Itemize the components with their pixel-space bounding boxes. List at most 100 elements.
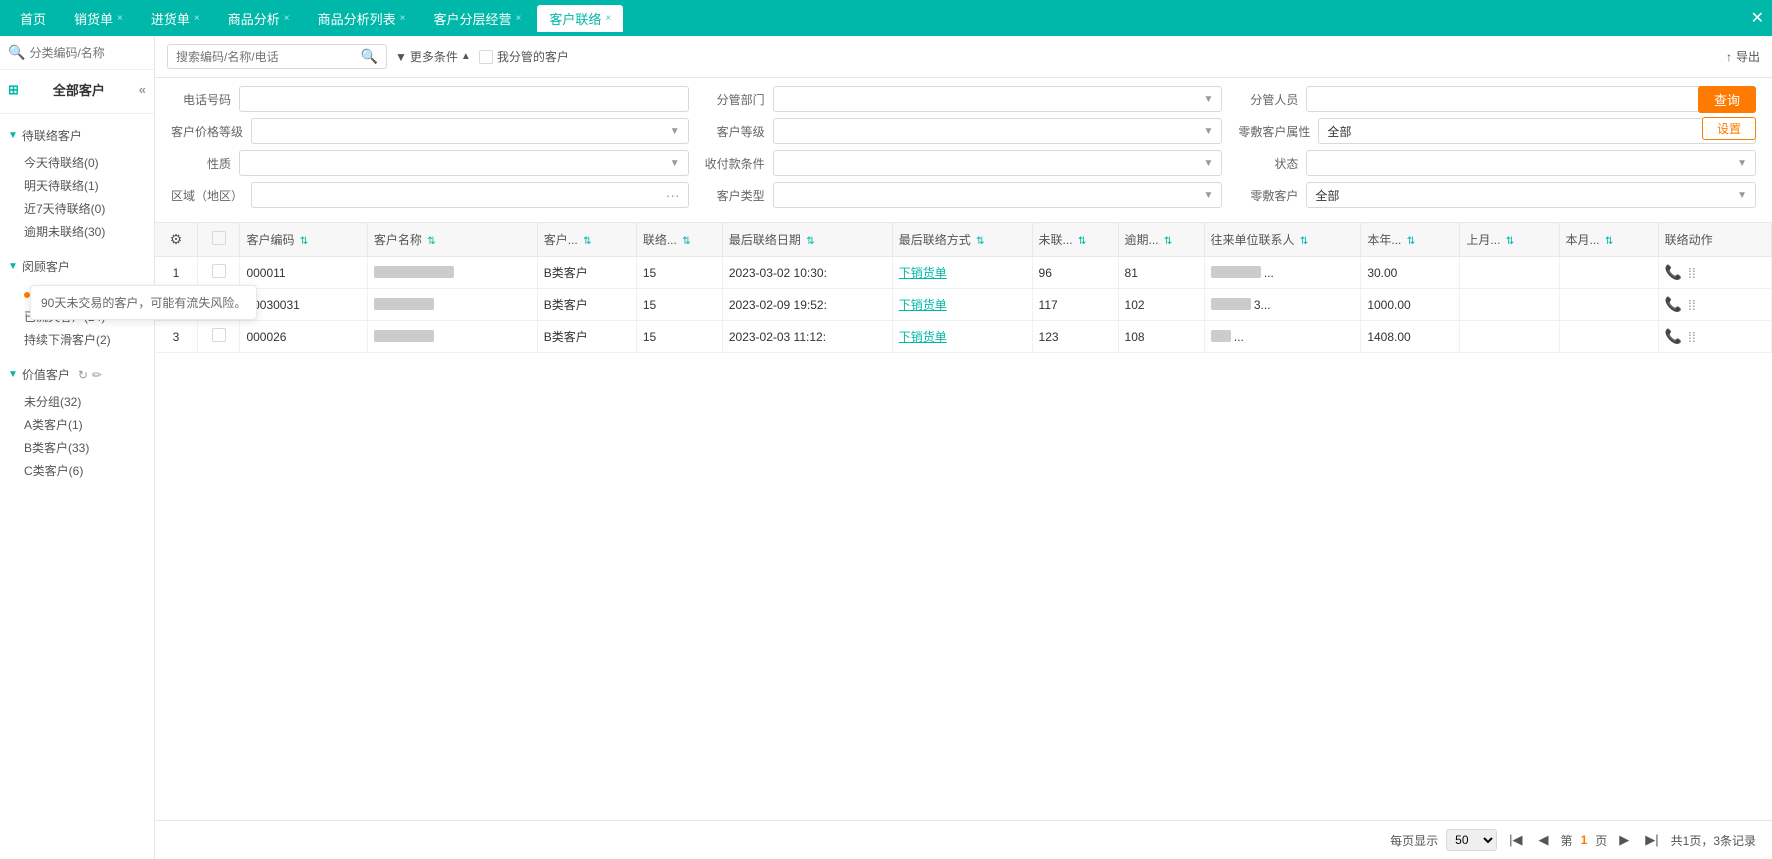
last-page-button[interactable]: ▶|: [1641, 830, 1662, 850]
pending-contact-group-title[interactable]: ▼ 待联络客户: [8, 124, 146, 147]
table-settings-icon[interactable]: ⚙: [170, 231, 183, 247]
per-page-select[interactable]: 50 100 200: [1446, 829, 1497, 851]
checkbox-icon[interactable]: [479, 50, 493, 64]
sort-date-icon[interactable]: ⇅: [806, 236, 814, 247]
more-filter-button[interactable]: ▼ 更多条件 ▲: [395, 48, 471, 65]
row-method-1[interactable]: 下销货单: [892, 257, 1032, 289]
more-action-icon-2[interactable]: ⁞⁞: [1688, 297, 1696, 313]
row-check-1[interactable]: [197, 257, 239, 289]
row-check-3[interactable]: [197, 321, 239, 353]
value-customer-group-title[interactable]: ▼ 价值客户 ↻ ✏: [8, 363, 146, 386]
th-customer-name[interactable]: 客户名称 ⇅: [367, 223, 537, 257]
close-customer-layered-icon[interactable]: ×: [515, 13, 521, 24]
sort-type-icon[interactable]: ⇅: [583, 236, 591, 247]
sort-uncontact-icon[interactable]: ⇅: [1078, 236, 1086, 247]
th-overdue-days[interactable]: 逾期... ⇅: [1118, 223, 1204, 257]
close-sales-order-icon[interactable]: ×: [117, 13, 123, 24]
collapse-icon[interactable]: «: [139, 82, 146, 97]
sort-code-icon[interactable]: ⇅: [300, 236, 308, 247]
export-button[interactable]: ↑ 导出: [1726, 48, 1760, 65]
next-page-button[interactable]: ▶: [1615, 830, 1633, 850]
close-product-analysis-icon[interactable]: ×: [284, 13, 290, 24]
sort-method-icon[interactable]: ⇅: [976, 236, 984, 247]
home-tab[interactable]: 首页: [8, 5, 58, 32]
row-checkbox-1[interactable]: [212, 264, 226, 278]
row-checkbox-3[interactable]: [212, 328, 226, 342]
tab-product-analysis[interactable]: 商品分析 ×: [216, 5, 302, 32]
dept-select[interactable]: ▼: [773, 86, 1223, 112]
region-select[interactable]: ···: [251, 182, 689, 208]
phone-input[interactable]: [239, 86, 689, 112]
th-this-month-amount[interactable]: 本月... ⇅: [1559, 223, 1658, 257]
window-close-button[interactable]: ✕: [1751, 8, 1764, 28]
th-contact-count[interactable]: 联络... ⇅: [636, 223, 722, 257]
close-customer-contact-icon[interactable]: ×: [605, 13, 611, 24]
th-settings[interactable]: ⚙: [155, 223, 197, 257]
churn-customer-group-title[interactable]: ▼ 闵顾客户: [8, 255, 146, 278]
sidebar-item-today-pending[interactable]: 今天待联络(0): [8, 151, 146, 174]
contact-icon-2[interactable]: 📞: [1665, 296, 1682, 313]
my-customer-checkbox[interactable]: 我分管的客户: [479, 48, 569, 65]
refresh-icon[interactable]: ↻: [78, 368, 88, 382]
th-last-month-amount[interactable]: 上月... ⇅: [1460, 223, 1559, 257]
sidebar-item-class-b[interactable]: B类客户(33): [8, 436, 146, 459]
select-all-checkbox[interactable]: [212, 231, 226, 245]
edit-icon[interactable]: ✏: [92, 368, 102, 382]
th-checkbox[interactable]: [197, 223, 239, 257]
sort-year-icon[interactable]: ⇅: [1407, 236, 1415, 247]
settings-button[interactable]: 设置: [1702, 117, 1756, 140]
sort-this-month-icon[interactable]: ⇅: [1605, 236, 1613, 247]
payment-select[interactable]: ▼: [773, 150, 1223, 176]
sidebar-item-tomorrow-pending[interactable]: 明天待联络(1): [8, 174, 146, 197]
sidebar-item-7day-pending[interactable]: 近7天待联络(0): [8, 197, 146, 220]
tab-purchase-order[interactable]: 进货单 ×: [139, 5, 212, 32]
region-dots-icon[interactable]: ···: [666, 187, 680, 203]
all-customers-header[interactable]: ⊞ 全部客户 «: [8, 76, 146, 103]
sort-last-month-icon[interactable]: ⇅: [1506, 236, 1514, 247]
sidebar-item-class-c[interactable]: C类客户(6): [8, 459, 146, 482]
method-link-2[interactable]: 下销货单: [899, 298, 947, 312]
tab-customer-contact[interactable]: 客户联络 ×: [537, 5, 623, 32]
th-contact-person[interactable]: 往来单位联系人 ⇅: [1204, 223, 1361, 257]
person-select[interactable]: ▼: [1306, 86, 1730, 112]
nature-select[interactable]: ▼: [239, 150, 689, 176]
query-button[interactable]: 查询: [1698, 86, 1756, 113]
tab-sales-order[interactable]: 销货单 ×: [62, 5, 135, 32]
first-page-button[interactable]: |◀: [1505, 830, 1526, 850]
sidebar-item-class-a[interactable]: A类客户(1): [8, 413, 146, 436]
sort-contact-icon[interactable]: ⇅: [682, 236, 690, 247]
sort-person-icon[interactable]: ⇅: [1300, 236, 1308, 247]
more-action-icon-3[interactable]: ⁞⁞: [1688, 329, 1696, 345]
th-uncontact-days[interactable]: 未联... ⇅: [1032, 223, 1118, 257]
sidebar-item-ungrouped[interactable]: 未分组(32): [8, 390, 146, 413]
price-level-select[interactable]: ▼: [251, 118, 689, 144]
th-customer-type[interactable]: 客户... ⇅: [537, 223, 636, 257]
sidebar-search-input[interactable]: [29, 46, 146, 60]
search-input[interactable]: [176, 50, 357, 64]
th-last-contact-date[interactable]: 最后联络日期 ⇅: [722, 223, 892, 257]
sidebar-item-declining-customer[interactable]: 持续下滑客户(2): [8, 328, 146, 351]
customer-level-select[interactable]: ▼: [773, 118, 1223, 144]
th-customer-code[interactable]: 客户编码 ⇅: [240, 223, 367, 257]
th-this-year-amount[interactable]: 本年... ⇅: [1361, 223, 1460, 257]
th-last-contact-method[interactable]: 最后联络方式 ⇅: [892, 223, 1032, 257]
contact-icon-1[interactable]: 📞: [1665, 264, 1682, 281]
status-select[interactable]: ▼: [1306, 150, 1756, 176]
sort-overdue-icon[interactable]: ⇅: [1164, 236, 1172, 247]
more-action-icon-1[interactable]: ⁞⁞: [1688, 265, 1696, 281]
sort-name-icon[interactable]: ⇅: [427, 236, 435, 247]
method-link-1[interactable]: 下销货单: [899, 266, 947, 280]
close-purchase-order-icon[interactable]: ×: [194, 13, 200, 24]
contact-icon-3[interactable]: 📞: [1665, 328, 1682, 345]
method-link-3[interactable]: 下销货单: [899, 330, 947, 344]
search-button-icon[interactable]: 🔍: [361, 48, 378, 65]
close-product-analysis-list-icon[interactable]: ×: [400, 13, 406, 24]
customer-type-select[interactable]: ▼: [773, 182, 1223, 208]
row-method-3[interactable]: 下销货单: [892, 321, 1032, 353]
prev-page-button[interactable]: ◀: [1535, 830, 1553, 850]
tab-customer-layered[interactable]: 客户分层经营 ×: [421, 5, 533, 32]
tab-product-analysis-list[interactable]: 商品分析列表 ×: [306, 5, 418, 32]
zero-customer-select[interactable]: 全部 ▼: [1306, 182, 1756, 208]
row-method-2[interactable]: 下销货单: [892, 289, 1032, 321]
zero-attr-select[interactable]: 全部 ▼: [1318, 118, 1756, 144]
